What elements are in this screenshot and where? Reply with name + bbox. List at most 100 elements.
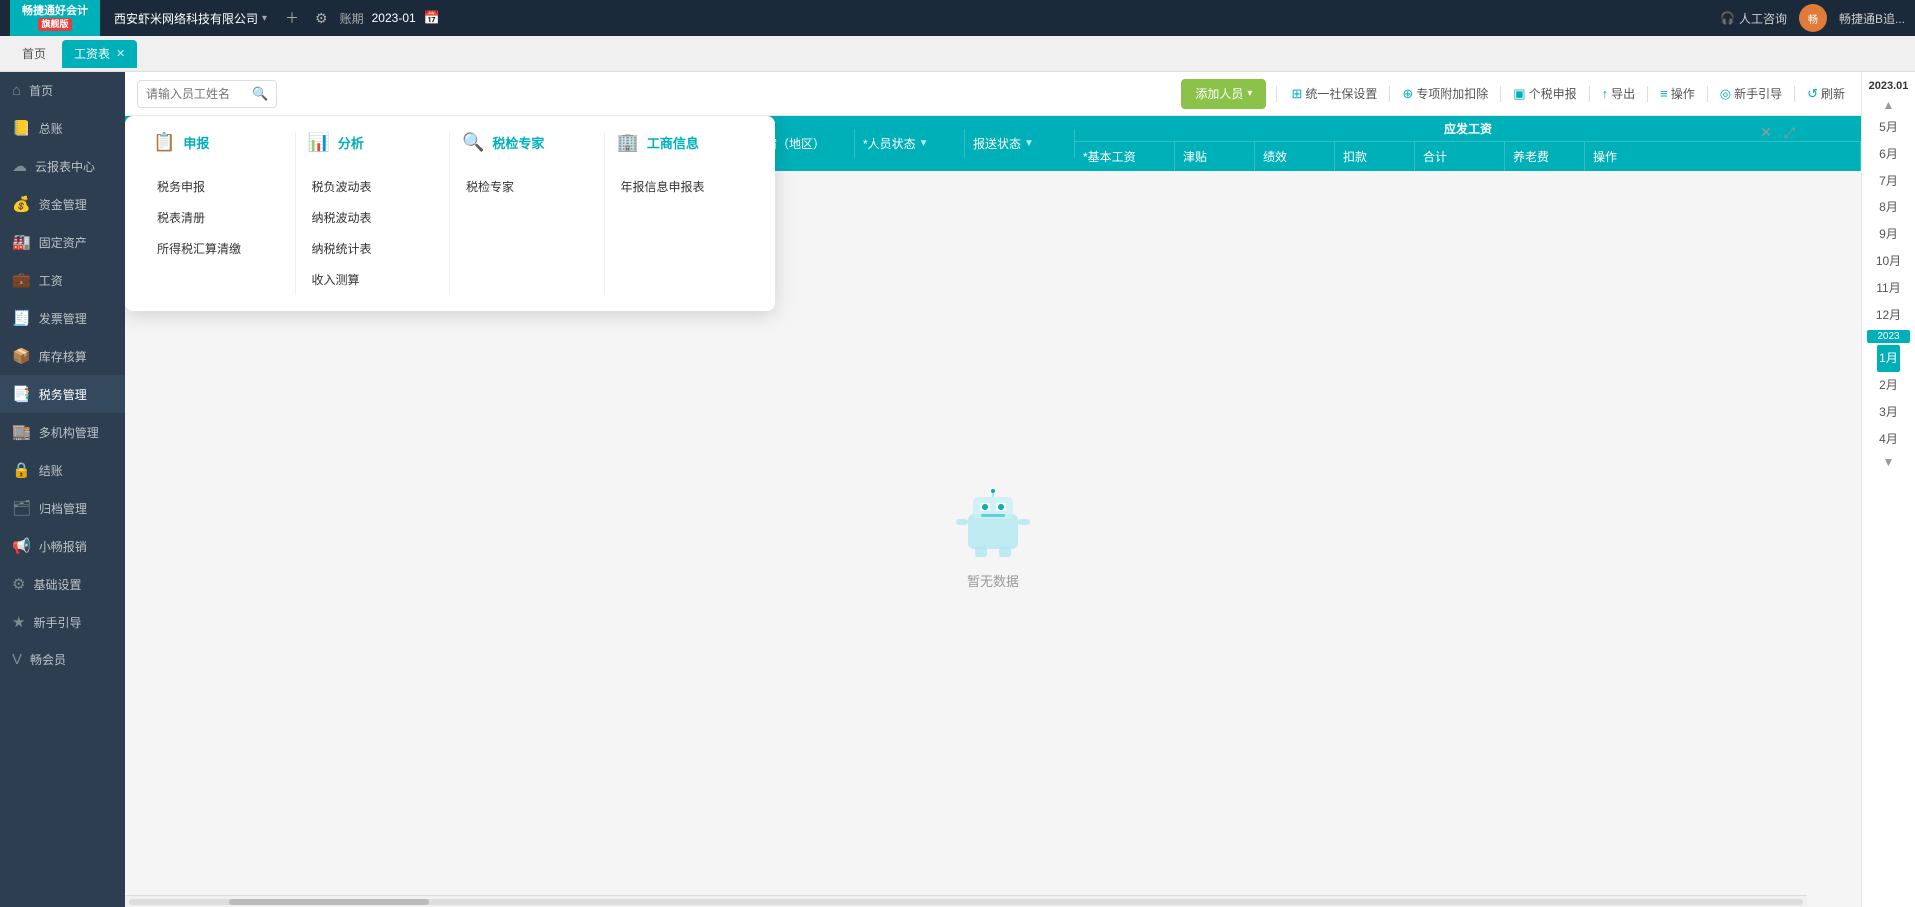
sidebar-label-tax: 税务管理	[39, 386, 87, 403]
tab-home[interactable]: 首页	[10, 40, 58, 68]
sidebar-label-basic: 基础设置	[33, 576, 81, 593]
toolbar-separator	[1276, 86, 1277, 102]
toolbar-tax-return-button[interactable]: ▣ 个税申报	[1509, 85, 1580, 102]
sidebar-label-home: 首页	[29, 82, 53, 99]
dm-title-biz-info: 🏢 工商信息	[617, 132, 748, 159]
calendar-nav-up[interactable]: ▲	[1862, 96, 1915, 114]
filter-icon[interactable]: ▼	[1024, 138, 1034, 149]
filter-icon[interactable]: ▼	[919, 138, 929, 149]
tab-payroll[interactable]: 工资表 ✕	[62, 40, 137, 68]
expand-icon[interactable]: ⤢	[1780, 124, 1799, 141]
sidebar-label-xiaochang: 小畅报销	[39, 538, 87, 555]
calendar-nav-down[interactable]: ▼	[1862, 453, 1915, 471]
calendar-month-6月[interactable]: 6月	[1874, 141, 1903, 168]
company-selector[interactable]: 西安虾米网络科技有限公司 ▾	[108, 10, 273, 27]
dm-item-纳税统计表[interactable]: 纳税统计表	[308, 233, 438, 264]
archive-icon: 🗂	[12, 499, 31, 517]
sidebar-label-assets: 固定资产	[39, 234, 87, 251]
dm-item-税表清册[interactable]: 税表清册	[153, 202, 283, 233]
sidebar-item-funds[interactable]: 💰 资金管理	[0, 185, 125, 223]
sidebar-item-basic[interactable]: ⚙ 基础设置	[0, 565, 125, 603]
report-icon: ☁	[12, 157, 27, 175]
calendar-month-7月[interactable]: 7月	[1874, 168, 1903, 195]
search-icon: 🔍	[252, 86, 268, 102]
calendar-down-icon[interactable]: ▼	[1877, 453, 1901, 471]
dm-label-declaration: 申报	[183, 133, 209, 152]
app-logo[interactable]: 畅捷通好会计 旗舰版	[10, 0, 100, 36]
username-label: 畅捷通B追...	[1839, 10, 1905, 27]
sidebar-item-close[interactable]: 🔒 结账	[0, 451, 125, 489]
sidebar-item-archive[interactable]: 🗂 归档管理	[0, 489, 125, 527]
dm-title-analysis: 📊 分析	[308, 132, 438, 159]
tax-return-icon: ▣	[1513, 86, 1525, 102]
calendar-month-8月[interactable]: 8月	[1874, 194, 1903, 221]
calendar-month-10月[interactable]: 10月	[1874, 248, 1903, 275]
dm-item-税务申报[interactable]: 税务申报	[153, 171, 283, 202]
calendar-month-12月[interactable]: 12月	[1874, 302, 1903, 329]
sidebar-item-payroll[interactable]: 💼 工资	[0, 261, 125, 299]
scroll-thumb[interactable]	[229, 899, 429, 905]
toolbar-sep	[1500, 86, 1501, 102]
tax-dropdown-menu[interactable]: 📋 申报 税务申报税表清册所得税汇算清缴 📊 分析 税负波动表纳税波动表纳税统计…	[125, 116, 775, 311]
dm-item-税负波动表[interactable]: 税负波动表	[308, 171, 438, 202]
search-input[interactable]	[146, 87, 246, 101]
col-header-pension: 养老费	[1505, 142, 1585, 171]
calendar-month-4月[interactable]: 4月	[1877, 426, 1900, 453]
toolbar-sep	[1647, 86, 1648, 102]
horizontal-scrollbar[interactable]	[125, 895, 1807, 907]
home-icon: ⌂	[12, 82, 21, 99]
calendar-month-9月[interactable]: 9月	[1874, 221, 1903, 248]
avatar[interactable]: 畅	[1799, 4, 1827, 32]
close-panel-icon[interactable]: ✕	[1756, 124, 1776, 141]
support-button[interactable]: 🎧 人工咨询	[1720, 10, 1787, 27]
calendar-month-11月[interactable]: 11月	[1874, 275, 1903, 302]
dm-item-所得税汇算清缴[interactable]: 所得税汇算清缴	[153, 233, 283, 264]
content-area: 🔍 添加人员 ▾ ⊞ 统一社保设置 ⊕ 专项附加扣除 ▣ 个税申报 ↑ 导出 ≡…	[125, 72, 1861, 907]
search-input-wrap[interactable]: 🔍	[137, 80, 277, 108]
empty-icon	[953, 489, 1033, 559]
toolbar-refresh-button[interactable]: ↺ 刷新	[1803, 85, 1849, 102]
sidebar-item-inventory[interactable]: 📦 库存核算	[0, 337, 125, 375]
sidebar-item-vip[interactable]: V 畅会员	[0, 641, 125, 678]
add-company-button[interactable]: ＋	[281, 8, 303, 28]
sidebar-item-newbie[interactable]: ★ 新手引导	[0, 603, 125, 641]
sidebar-item-xiaochang[interactable]: 📢 小畅报销	[0, 527, 125, 565]
calendar-month-2月[interactable]: 2月	[1877, 372, 1900, 399]
tab-bar: 首页 工资表 ✕	[0, 36, 1915, 72]
sidebar-item-invoice[interactable]: 🧾 发票管理	[0, 299, 125, 337]
dm-item-税检专家[interactable]: 税检专家	[462, 171, 592, 202]
sidebar-item-tax[interactable]: 📑 税务管理	[0, 375, 125, 413]
empty-text: 暂无数据	[967, 571, 1019, 590]
calendar-month-3月[interactable]: 3月	[1877, 399, 1900, 426]
calendar-month-5月[interactable]: 5月	[1874, 114, 1903, 141]
dm-item-年报信息申报表[interactable]: 年报信息申报表	[617, 171, 748, 202]
toolbar-social-security-button[interactable]: ⊞ 统一社保设置	[1287, 85, 1381, 102]
tab-close-icon[interactable]: ✕	[116, 47, 125, 60]
toolbar-export-button[interactable]: ↑ 导出	[1598, 85, 1640, 102]
sidebar-item-assets[interactable]: 🏭 固定资产	[0, 223, 125, 261]
toolbar-special-deduction-button[interactable]: ⊕ 专项附加扣除	[1398, 85, 1492, 102]
scroll-track[interactable]	[129, 899, 1803, 905]
calendar-icon[interactable]: 📅	[424, 10, 440, 26]
toolbar-guide-button[interactable]: ◎ 新手引导	[1716, 85, 1786, 102]
sidebar-item-ledger[interactable]: 📒 总账	[0, 109, 125, 147]
sidebar-item-report[interactable]: ☁ 云报表中心	[0, 147, 125, 185]
dm-item-纳税波动表[interactable]: 纳税波动表	[308, 202, 438, 233]
dm-title-tax-expert: 🔍 税检专家	[462, 132, 592, 159]
sidebar-item-home[interactable]: ⌂ 首页	[0, 72, 125, 109]
guide-icon: ◎	[1720, 86, 1731, 102]
calendar-up-icon[interactable]: ▲	[1877, 96, 1901, 114]
app-edition: 旗舰版	[38, 18, 71, 31]
sidebar-label-ledger: 总账	[39, 120, 63, 137]
sidebar-label-invoice: 发票管理	[39, 310, 87, 327]
payroll-group-header: 应发工资	[1075, 116, 1861, 142]
add-person-button[interactable]: 添加人员 ▾	[1181, 79, 1266, 109]
calendar-month-1月[interactable]: 1月	[1877, 345, 1900, 372]
sidebar-item-multi-org[interactable]: 🏬 多机构管理	[0, 413, 125, 451]
toolbar-operation-button[interactable]: ≡ 操作	[1656, 85, 1699, 102]
settings-icon[interactable]: ⚙	[311, 10, 332, 27]
top-bar: 畅捷通好会计 旗舰版 西安虾米网络科技有限公司 ▾ ＋ ⚙ 账期 2023-01…	[0, 0, 1915, 36]
dm-item-收入测算[interactable]: 收入测算	[308, 264, 438, 295]
guide-label: 新手引导	[1734, 85, 1782, 102]
refresh-label: 刷新	[1821, 85, 1845, 102]
